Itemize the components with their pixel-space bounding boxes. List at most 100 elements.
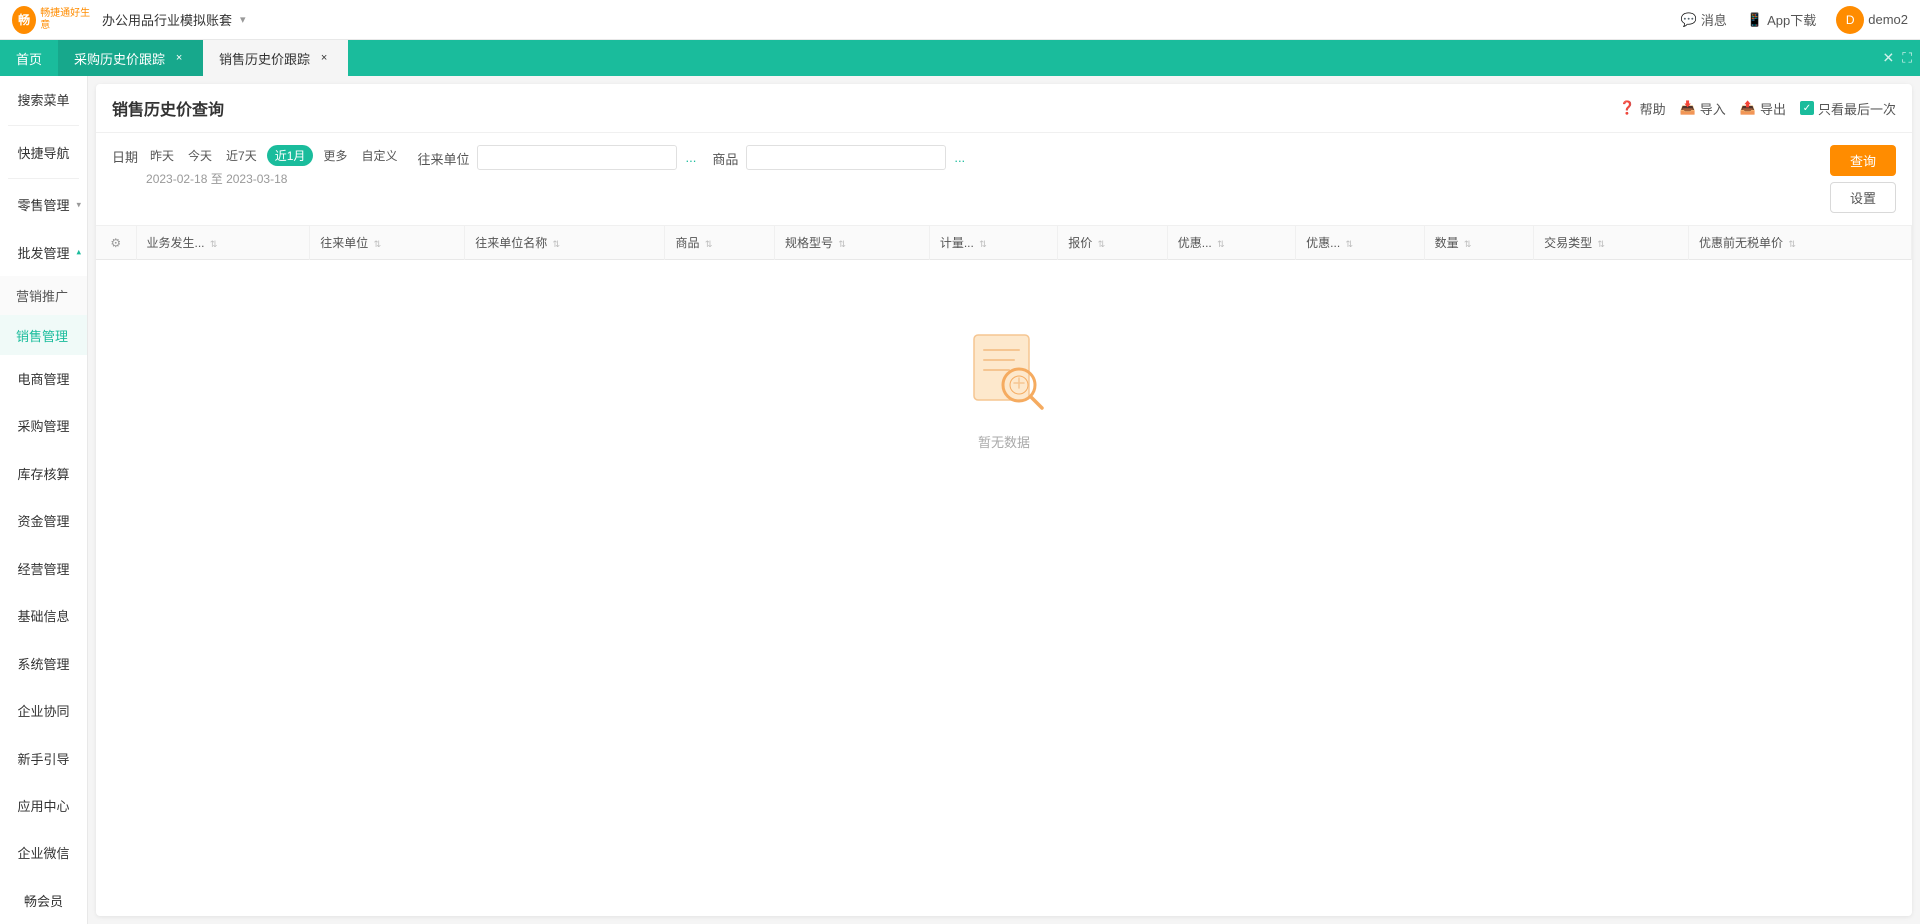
th-trade-type[interactable]: 交易类型 ⇅ [1534, 226, 1689, 260]
th-settings[interactable]: ⚙ [96, 226, 136, 260]
query-button[interactable]: 查询 [1830, 145, 1896, 176]
sidebar-item-member[interactable]: 畅会员 [0, 877, 87, 924]
empty-text: 暂无数据 [978, 432, 1030, 451]
sidebar-item-ecommerce[interactable]: 电商管理 [0, 355, 87, 402]
counterpart-filter-group: 往来单位 ... [417, 145, 696, 170]
th-counterpart-name[interactable]: 往来单位名称 ⇅ [465, 226, 665, 260]
th-biz-date[interactable]: 业务发生... ⇅ [136, 226, 310, 260]
export-button[interactable]: 📤 导出 [1740, 99, 1786, 118]
top-header: 畅 畅捷通好生意 办公用品行业模拟账套 ▾ 💬 消息 📱 App下载 D dem… [0, 0, 1920, 40]
sidebar-item-shortcut[interactable]: 快捷导航 [0, 128, 87, 175]
page-title-bar: 销售历史价查询 ❓ 帮助 📥 导入 📤 导出 ✓ [96, 84, 1912, 133]
sidebar-item-enterprise[interactable]: 企业协同 [0, 687, 87, 734]
goods-dots-button[interactable]: ... [954, 150, 965, 165]
th-counterpart-code[interactable]: 往来单位 ⇅ [310, 226, 465, 260]
date-btn-more[interactable]: 更多 [319, 145, 351, 166]
tab-sales-label: 销售历史价跟踪 [219, 49, 310, 68]
sidebar-item-wholesale[interactable]: 批发管理 [0, 228, 87, 275]
date-btn-1month[interactable]: 近1月 [267, 145, 314, 166]
th-discount1[interactable]: 优惠... ⇅ [1167, 226, 1295, 260]
sidebar-item-search[interactable]: 搜索菜单 [0, 76, 87, 123]
date-filter-group: 日期 昨天 今天 近7天 近1月 更多 自定义 2023-02-18 至 202… [112, 145, 401, 187]
last-only-checkbox[interactable]: ✓ [1800, 101, 1814, 115]
import-button[interactable]: 📥 导入 [1680, 99, 1726, 118]
date-btn-custom[interactable]: 自定义 [357, 145, 401, 166]
sidebar-item-guide[interactable]: 新手引导 [0, 734, 87, 781]
counterpart-input[interactable] [477, 145, 677, 170]
sidebar-item-inventory[interactable]: 库存核算 [0, 450, 87, 497]
sidebar-item-operation[interactable]: 经营管理 [0, 545, 87, 592]
window-maximize-icon[interactable]: ⛶ [1902, 50, 1912, 67]
sidebar-item-marketing[interactable]: 营销推广 [0, 276, 87, 316]
goods-input[interactable] [746, 145, 946, 170]
help-button[interactable]: ❓ 帮助 [1619, 99, 1665, 118]
goods-filter-group: 商品 ... [712, 145, 965, 170]
filter-bar: 日期 昨天 今天 近7天 近1月 更多 自定义 2023-02-18 至 202… [96, 133, 1912, 226]
date-buttons: 昨天 今天 近7天 近1月 更多 自定义 [146, 145, 401, 166]
logo-text: 畅捷通好生意 [40, 8, 92, 32]
download-button[interactable]: 📱 App下载 [1747, 10, 1816, 29]
window-close-icon[interactable]: ✕ [1882, 50, 1894, 67]
th-discount2[interactable]: 优惠... ⇅ [1296, 226, 1424, 260]
sort-icon-quantity: ⇅ [1464, 239, 1472, 249]
th-unit[interactable]: 计量... ⇅ [929, 226, 1057, 260]
page-actions: ❓ 帮助 📥 导入 📤 导出 ✓ 只看最后一次 [1619, 99, 1896, 118]
logo-icon: 畅 [12, 6, 36, 34]
sidebar-item-sales-mgmt[interactable]: 销售管理 [0, 315, 87, 355]
date-btn-7days[interactable]: 近7天 [222, 145, 261, 166]
date-btn-yesterday[interactable]: 昨天 [146, 145, 178, 166]
sort-icon-trade-type: ⇅ [1597, 239, 1605, 249]
logo-area[interactable]: 畅 畅捷通好生意 [12, 6, 92, 34]
app-title: 办公用品行业模拟账套 [102, 10, 232, 29]
help-icon: ❓ [1619, 100, 1635, 116]
th-goods[interactable]: 商品 ⇅ [665, 226, 775, 260]
date-range-text: 2023-02-18 至 2023-03-18 [146, 170, 401, 187]
sidebar-item-system[interactable]: 系统管理 [0, 639, 87, 686]
settings-button[interactable]: 设置 [1830, 182, 1896, 213]
tab-purchase-label: 采购历史价跟踪 [74, 49, 165, 68]
date-filter-options: 昨天 今天 近7天 近1月 更多 自定义 2023-02-18 至 2023-0… [146, 145, 401, 187]
last-only-checkbox-group[interactable]: ✓ 只看最后一次 [1800, 99, 1896, 118]
window-controls: ✕ ⛶ [1882, 50, 1912, 67]
tab-sales[interactable]: 销售历史价跟踪 × [203, 40, 348, 76]
sidebar-item-purchase-mgmt[interactable]: 采购管理 [0, 402, 87, 449]
tab-purchase[interactable]: 采购历史价跟踪 × [58, 40, 203, 76]
page-title: 销售历史价查询 [112, 96, 224, 120]
page-content: 销售历史价查询 ❓ 帮助 📥 导入 📤 导出 ✓ [96, 84, 1912, 916]
th-quote[interactable]: 报价 ⇅ [1058, 226, 1168, 260]
sort-icon-spec: ⇅ [838, 239, 846, 249]
table-header-row: ⚙ 业务发生... ⇅ 往来单位 ⇅ 往来单位名称 ⇅ [96, 226, 1912, 260]
date-btn-today[interactable]: 今天 [184, 145, 216, 166]
th-spec[interactable]: 规格型号 ⇅ [774, 226, 929, 260]
avatar: D [1836, 6, 1864, 34]
sort-icon-discount2: ⇅ [1346, 239, 1354, 249]
export-icon: 📤 [1740, 100, 1756, 116]
sidebar-divider-2 [8, 178, 79, 179]
sidebar-item-retail[interactable]: 零售管理 [0, 181, 87, 228]
sidebar-item-apps[interactable]: 应用中心 [0, 782, 87, 829]
sidebar-item-finance[interactable]: 资金管理 [0, 497, 87, 544]
empty-icon [954, 320, 1054, 420]
sidebar: 搜索菜单 快捷导航 零售管理 批发管理 营销推广 销售管理 电商管理 采购管理 … [0, 76, 88, 924]
tab-sales-close-icon[interactable]: × [316, 50, 332, 66]
import-icon: 📥 [1680, 100, 1696, 116]
main-layout: 搜索菜单 快捷导航 零售管理 批发管理 营销推广 销售管理 电商管理 采购管理 … [0, 76, 1920, 924]
table-wrapper: ⚙ 业务发生... ⇅ 往来单位 ⇅ 往来单位名称 ⇅ [96, 226, 1912, 916]
tab-home-label: 首页 [16, 49, 42, 68]
tab-home[interactable]: 首页 [0, 40, 58, 76]
sort-icon-counterpart-name: ⇅ [553, 239, 561, 249]
app-dropdown-icon[interactable]: ▾ [240, 13, 246, 26]
data-table: ⚙ 业务发生... ⇅ 往来单位 ⇅ 往来单位名称 ⇅ [96, 226, 1912, 260]
th-pretax-price[interactable]: 优惠前无税单价 ⇅ [1688, 226, 1911, 260]
message-button[interactable]: 💬 消息 [1681, 10, 1727, 29]
sort-icon-counterpart-code: ⇅ [374, 239, 382, 249]
sidebar-item-basic[interactable]: 基础信息 [0, 592, 87, 639]
sort-icon-pretax-price: ⇅ [1788, 239, 1796, 249]
date-filter-label: 日期 [112, 145, 138, 166]
th-quantity[interactable]: 数量 ⇅ [1424, 226, 1534, 260]
tab-purchase-close-icon[interactable]: × [171, 50, 187, 66]
sidebar-item-wechat[interactable]: 企业微信 [0, 829, 87, 876]
user-area[interactable]: D demo2 [1836, 6, 1908, 34]
counterpart-dots-button[interactable]: ... [685, 150, 696, 165]
message-icon: 💬 [1681, 12, 1697, 28]
